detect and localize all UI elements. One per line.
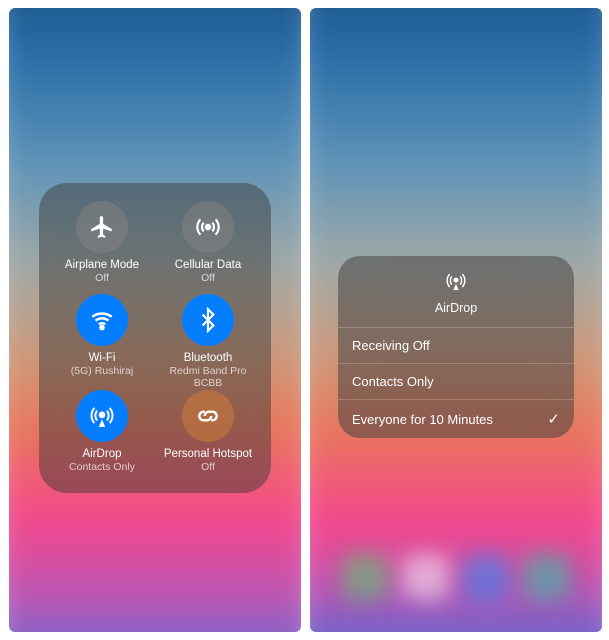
tile-airplane-mode[interactable]: Airplane Mode Off — [49, 201, 155, 284]
tile-airdrop[interactable]: AirDrop Contacts Only — [49, 390, 155, 473]
bluetooth-icon — [182, 294, 234, 346]
checkmark-icon: ✓ — [547, 410, 560, 428]
tile-label: Bluetooth — [155, 352, 261, 365]
dock-blur — [310, 542, 602, 612]
tile-sub: Contacts Only — [49, 461, 155, 474]
antenna-icon — [182, 201, 234, 253]
tile-sub: Off — [155, 461, 261, 474]
tile-sub: Off — [49, 272, 155, 285]
tile-wifi[interactable]: Wi-Fi (5G) Rushiraj — [49, 294, 155, 377]
tile-bluetooth[interactable]: Bluetooth Redmi Band Pro BCBB — [155, 294, 261, 390]
connectivity-panel: Airplane Mode Off Cellular Data Off Wi-F… — [39, 183, 271, 493]
tile-personal-hotspot[interactable]: Personal Hotspot Off — [155, 390, 261, 473]
tile-sub: Off — [155, 272, 261, 285]
tile-sub: Redmi Band Pro BCBB — [155, 365, 261, 390]
option-label: Contacts Only — [352, 374, 434, 389]
airdrop-icon — [338, 270, 574, 297]
option-label: Receiving Off — [352, 338, 430, 353]
airdrop-icon — [76, 390, 128, 442]
airplane-icon — [76, 201, 128, 253]
tile-cellular-data[interactable]: Cellular Data Off — [155, 201, 261, 284]
tile-label: Personal Hotspot — [155, 448, 261, 461]
airdrop-option-contacts-only[interactable]: Contacts Only — [338, 364, 574, 400]
tile-label: Airplane Mode — [49, 259, 155, 272]
airdrop-option-receiving-off[interactable]: Receiving Off — [338, 328, 574, 364]
airdrop-option-everyone-10min[interactable]: Everyone for 10 Minutes ✓ — [338, 400, 574, 438]
tile-sub: (5G) Rushiraj — [49, 365, 155, 378]
tile-label: Wi-Fi — [49, 352, 155, 365]
screenshot-left: Airplane Mode Off Cellular Data Off Wi-F… — [9, 8, 301, 632]
airdrop-menu-header: AirDrop — [338, 256, 574, 328]
tile-label: AirDrop — [49, 448, 155, 461]
link-icon — [182, 390, 234, 442]
option-label: Everyone for 10 Minutes — [352, 412, 493, 427]
airdrop-menu-title: AirDrop — [338, 301, 574, 315]
screenshot-right: AirDrop Receiving Off Contacts Only Ever… — [310, 8, 602, 632]
tile-label: Cellular Data — [155, 259, 261, 272]
airdrop-menu: AirDrop Receiving Off Contacts Only Ever… — [338, 256, 574, 438]
wifi-icon — [76, 294, 128, 346]
